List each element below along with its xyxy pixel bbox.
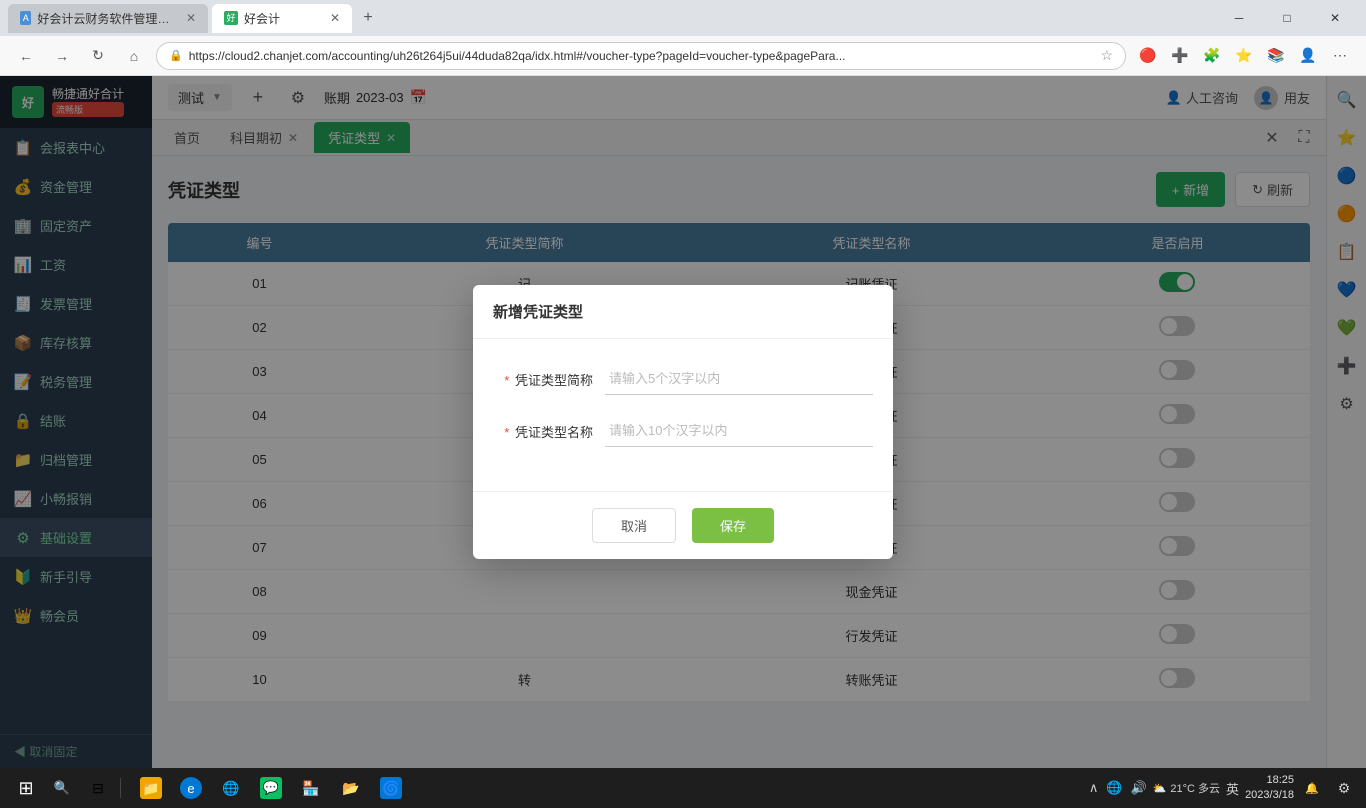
new-tab-button[interactable]: + — [356, 6, 380, 30]
taskbar: ⊞ 🔍 ⊟ 📁 e 🌐 💬 🏪 📂 🌀 ∧ 🌐 🔊 — [0, 768, 1366, 808]
collections-icon[interactable]: 📚 — [1262, 42, 1290, 70]
modal-overlay: 新增凭证类型 * 凭证类型简称 * 凭证类型名称 取消 — [0, 76, 1366, 768]
extensions-icon[interactable]: 🧩 — [1198, 42, 1226, 70]
required-star-2: * — [504, 425, 509, 440]
wechat-icon: 💬 — [260, 777, 282, 799]
close-button[interactable]: ✕ — [1312, 2, 1358, 34]
clock-time: 18:25 — [1245, 773, 1294, 788]
url-bar[interactable]: 🔒 https://cloud2.chanjet.com/accounting/… — [156, 42, 1126, 70]
tab2-title: 好会计 — [244, 10, 280, 27]
cancel-label: 取消 — [621, 519, 647, 534]
arrow-up-icon[interactable]: ∧ — [1087, 778, 1101, 798]
taskbar-explorer[interactable]: 📁 — [133, 770, 169, 806]
minimize-button[interactable]: ─ — [1216, 2, 1262, 34]
refresh-button[interactable]: ↻ — [84, 42, 112, 70]
tab1-title: 好会计云财务软件管理系统_会计 — [37, 10, 180, 27]
address-bar: ← → ↻ ⌂ 🔒 https://cloud2.chanjet.com/acc… — [0, 36, 1366, 76]
extensions-button[interactable]: 🔴 — [1134, 42, 1162, 70]
tab2-favicon: 好 — [224, 11, 238, 25]
browser-menu[interactable]: ⋯ — [1326, 42, 1354, 70]
chrome-icon: 🌐 — [220, 777, 242, 799]
add-tab-icon[interactable]: ➕ — [1166, 42, 1194, 70]
taskbar-pinned-items: 📁 e 🌐 💬 🏪 📂 🌀 — [133, 770, 409, 806]
back-button[interactable]: ← — [12, 42, 40, 70]
home-button[interactable]: ⌂ — [120, 42, 148, 70]
save-label: 保存 — [720, 519, 746, 534]
notification-button[interactable]: 🔔 — [1298, 774, 1326, 802]
taskbar-search-button[interactable]: 🔍 — [44, 770, 80, 806]
volume-icon[interactable]: 🔊 — [1129, 778, 1149, 798]
maximize-button[interactable]: □ — [1264, 2, 1310, 34]
system-icons: ∧ 🌐 🔊 — [1087, 778, 1149, 798]
modal-header: 新增凭证类型 — [473, 285, 893, 339]
form-row-short-name: * 凭证类型简称 — [493, 363, 873, 395]
full-name-label: * 凭证类型名称 — [493, 422, 593, 441]
files-icon: 📂 — [340, 777, 362, 799]
taskbar-chrome[interactable]: 🌐 — [213, 770, 249, 806]
taskbar-divider — [120, 778, 121, 798]
url-lock-icon: 🔒 — [169, 49, 183, 62]
clock-date: 2023/3/18 — [1245, 788, 1294, 803]
taskbar-edge2[interactable]: 🌀 — [373, 770, 409, 806]
form-row-full-name: * 凭证类型名称 — [493, 415, 873, 447]
required-star-1: * — [504, 373, 509, 388]
tab1-favicon: A — [20, 11, 31, 25]
taskbar-item-multiview[interactable]: ⊟ — [80, 770, 116, 806]
favorites-icon[interactable]: ⭐ — [1230, 42, 1258, 70]
taskbar-right: ∧ 🌐 🔊 ⛅ 21°C 多云 英 18:25 2023/3/18 🔔 ⚙ — [1087, 773, 1358, 804]
weather-icon: ⛅ — [1153, 782, 1167, 795]
taskbar-store[interactable]: 🏪 — [293, 770, 329, 806]
save-button[interactable]: 保存 — [692, 508, 774, 543]
cancel-button[interactable]: 取消 — [592, 508, 676, 543]
network-icon[interactable]: 🌐 — [1104, 778, 1124, 798]
tab-2[interactable]: 好 好会计 ✕ — [212, 4, 352, 33]
taskbar-edge[interactable]: e — [173, 770, 209, 806]
short-name-label: * 凭证类型简称 — [493, 370, 593, 389]
taskbar-clock[interactable]: 18:25 2023/3/18 — [1245, 773, 1294, 804]
store-icon: 🏪 — [300, 777, 322, 799]
multiview-icon: ⊟ — [87, 777, 109, 799]
lang-icon[interactable]: 英 — [1224, 777, 1241, 800]
full-name-label-text: 凭证类型名称 — [515, 425, 593, 440]
start-button[interactable]: ⊞ — [8, 770, 44, 806]
edge-icon: e — [180, 777, 202, 799]
edge2-icon: 🌀 — [380, 777, 402, 799]
modal-footer: 取消 保存 — [473, 491, 893, 559]
tab-bar: A 好会计云财务软件管理系统_会计 ✕ 好 好会计 ✕ + — [8, 4, 1202, 33]
short-name-input[interactable] — [605, 363, 873, 395]
url-text: https://cloud2.chanjet.com/accounting/uh… — [189, 49, 1095, 63]
forward-button[interactable]: → — [48, 42, 76, 70]
weather-text: 21°C 多云 — [1170, 780, 1220, 796]
address-bar-actions: 🔴 ➕ 🧩 ⭐ 📚 👤 ⋯ — [1134, 42, 1354, 70]
modal-body: * 凭证类型简称 * 凭证类型名称 — [473, 339, 893, 491]
browser-chrome: A 好会计云财务软件管理系统_会计 ✕ 好 好会计 ✕ + ─ □ ✕ — [0, 0, 1366, 36]
browser-user[interactable]: 👤 — [1294, 42, 1322, 70]
tab2-close[interactable]: ✕ — [330, 11, 340, 25]
short-name-label-text: 凭证类型简称 — [515, 373, 593, 388]
modal-title: 新增凭证类型 — [493, 304, 583, 321]
full-name-input[interactable] — [605, 415, 873, 447]
url-star-icon[interactable]: ☆ — [1100, 47, 1113, 64]
new-voucher-type-modal: 新增凭证类型 * 凭证类型简称 * 凭证类型名称 取消 — [473, 285, 893, 559]
tab1-close[interactable]: ✕ — [186, 11, 196, 25]
window-controls: ─ □ ✕ — [1216, 2, 1358, 34]
explorer-icon: 📁 — [140, 777, 162, 799]
taskbar-wechat[interactable]: 💬 — [253, 770, 289, 806]
taskbar-files[interactable]: 📂 — [333, 770, 369, 806]
weather-info[interactable]: ⛅ 21°C 多云 — [1153, 780, 1220, 796]
taskbar-settings-button[interactable]: ⚙ — [1330, 774, 1358, 802]
tab-1[interactable]: A 好会计云财务软件管理系统_会计 ✕ — [8, 4, 208, 33]
